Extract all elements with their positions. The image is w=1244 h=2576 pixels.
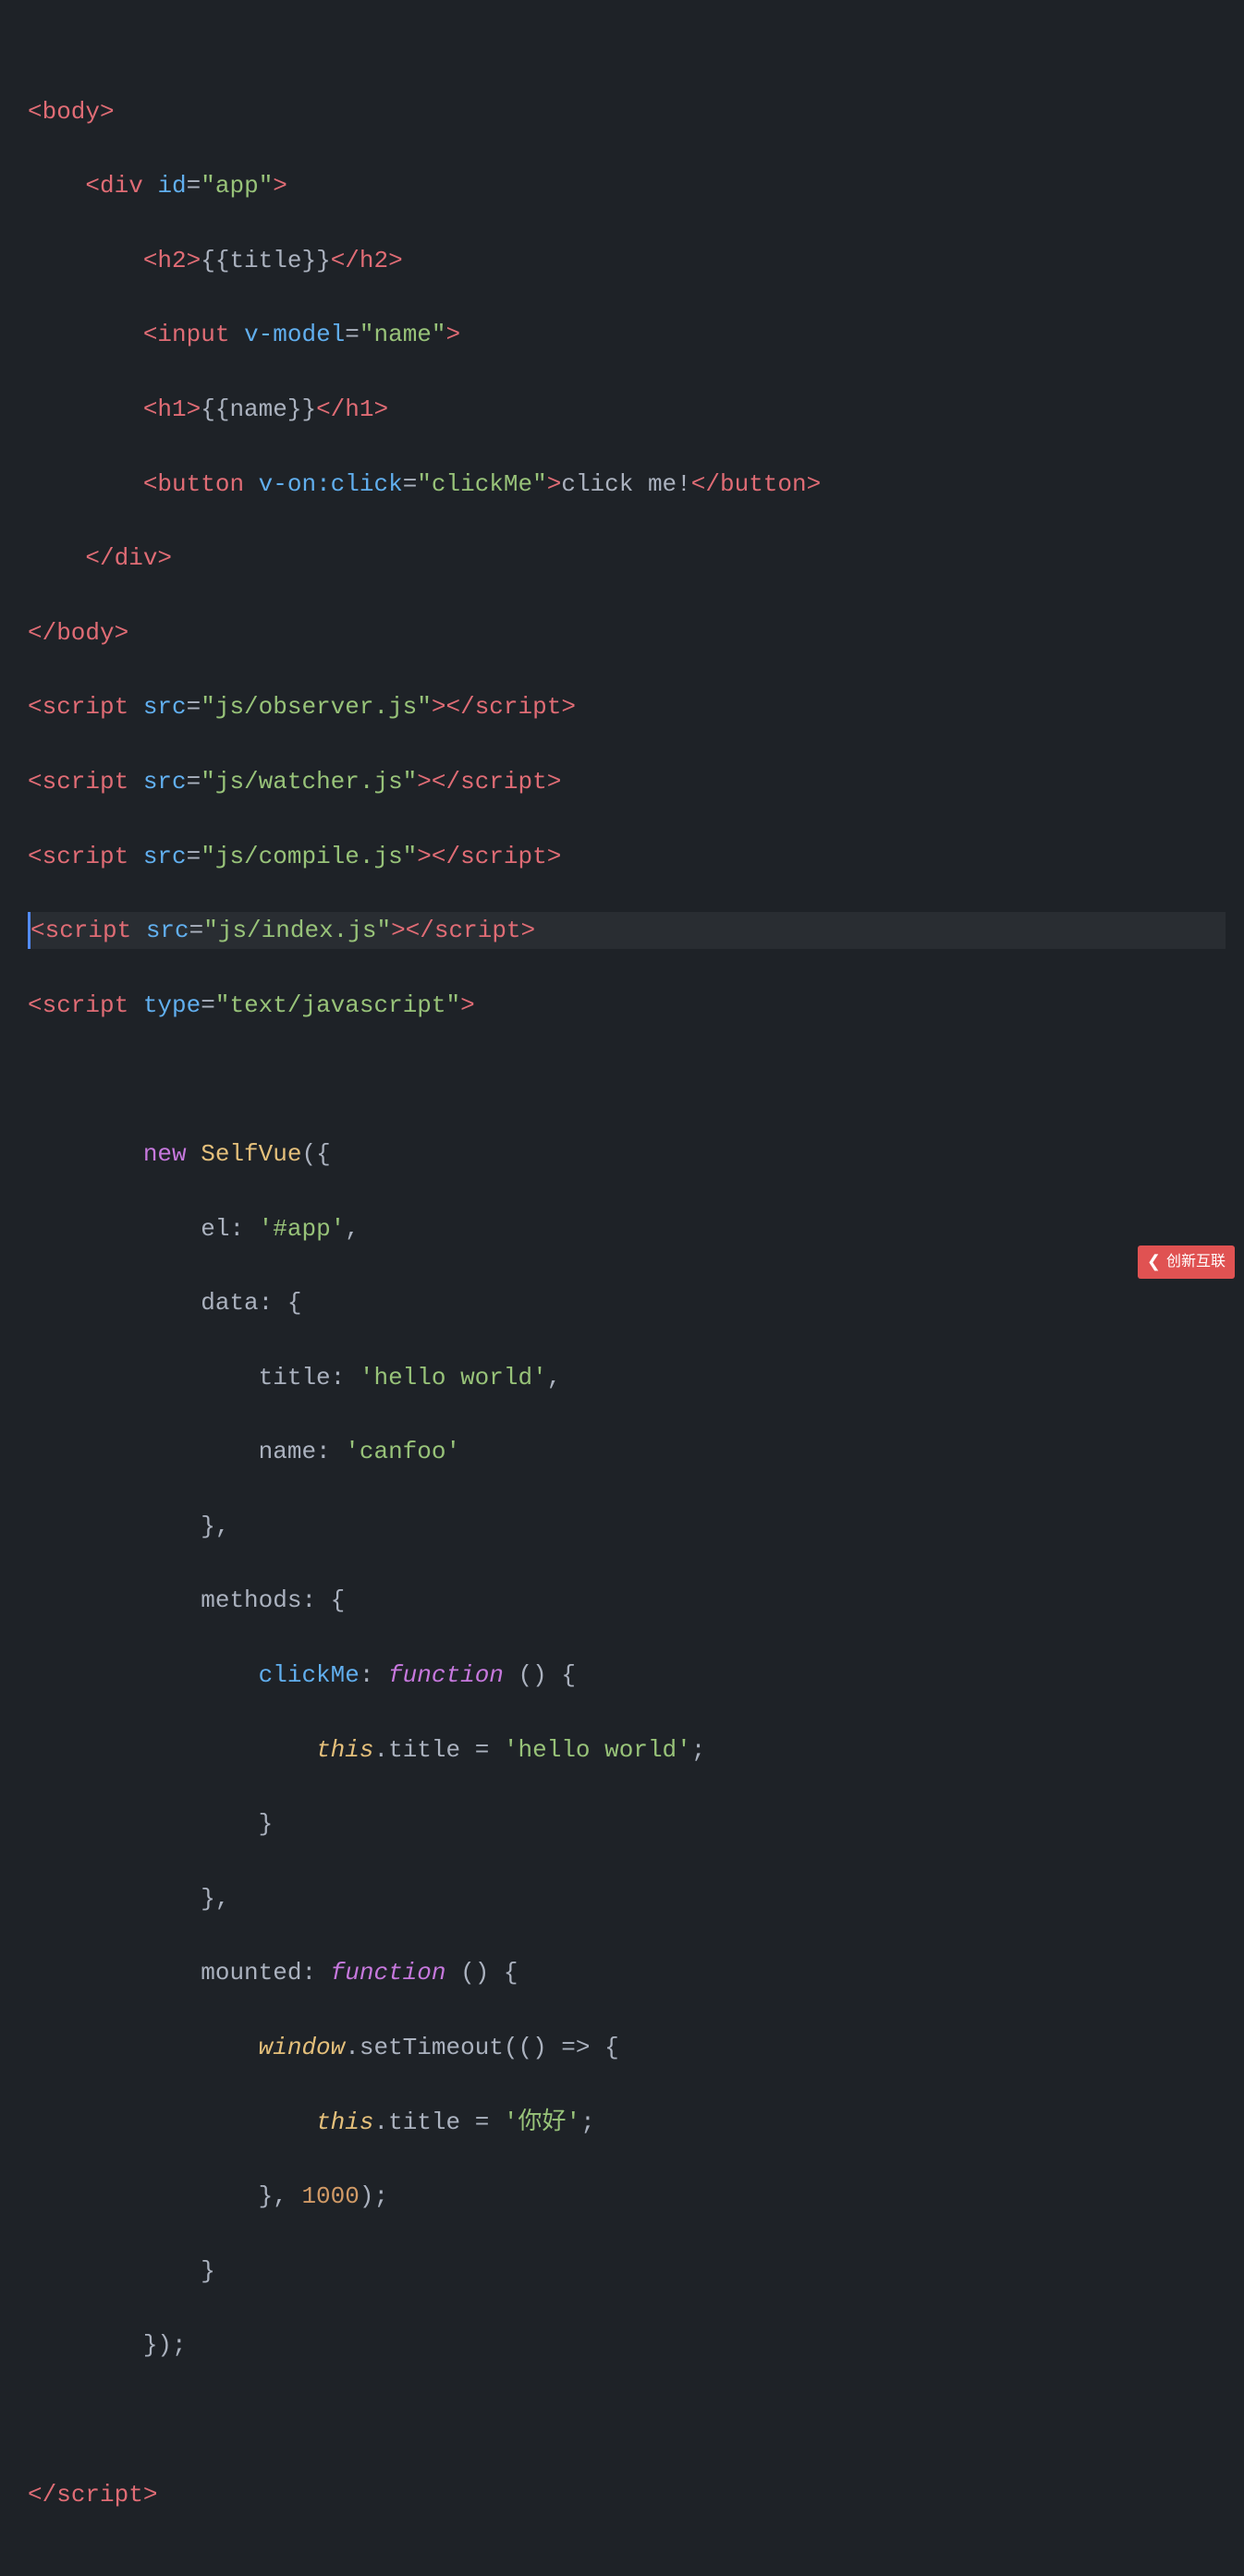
line-script-observer: <script src="js/observer.js"></script> bbox=[28, 688, 1226, 725]
code-editor: <body> <div id="app"> <h2>{{title}}</h2>… bbox=[0, 9, 1244, 2576]
line-div-close: </div> bbox=[28, 540, 1226, 577]
watermark: ❮ 创新互联 bbox=[1138, 1245, 1235, 1279]
line-methods-inner-close: } bbox=[28, 1805, 1226, 1842]
line-script-index: <script src="js/index.js"></script> bbox=[28, 912, 1226, 949]
line-this-title2: this.title = '你好'; bbox=[28, 2104, 1226, 2141]
line-title-val: title: 'hello world', bbox=[28, 1359, 1226, 1396]
line-input: <input v-model="name"> bbox=[28, 316, 1226, 353]
watermark-text: 创新互联 bbox=[1166, 1251, 1226, 1274]
line-new-selfvue: new SelfVue({ bbox=[28, 1136, 1226, 1173]
line-script-compile: <script src="js/compile.js"></script> bbox=[28, 838, 1226, 875]
line-settimeout-close: }, 1000); bbox=[28, 2178, 1226, 2215]
line-body-close: </body> bbox=[28, 614, 1226, 651]
line-script-type: <script type="text/javascript"> bbox=[28, 987, 1226, 1024]
line-h1: <h1>{{name}}</h1> bbox=[28, 391, 1226, 428]
line-data-open: data: { bbox=[28, 1284, 1226, 1321]
line-h2: <h2>{{title}}</h2> bbox=[28, 242, 1226, 279]
line-methods-close: }, bbox=[28, 1880, 1226, 1917]
line-script-close: </script> bbox=[28, 2476, 1226, 2513]
line-clickme-func: clickMe: function () { bbox=[28, 1657, 1226, 1694]
line-blank1 bbox=[28, 1061, 1226, 1098]
line-mounted-inner-close: } bbox=[28, 2253, 1226, 2290]
line-div-open: <div id="app"> bbox=[28, 167, 1226, 204]
line-body-open: <body> bbox=[28, 93, 1226, 130]
line-el: el: '#app', bbox=[28, 1210, 1226, 1247]
line-selfvue-close: }); bbox=[28, 2327, 1226, 2363]
line-button: <button v-on:click="clickMe">click me!</… bbox=[28, 466, 1226, 503]
line-methods-open: methods: { bbox=[28, 1582, 1226, 1619]
line-blank2 bbox=[28, 2401, 1226, 2438]
line-this-title: this.title = 'hello world'; bbox=[28, 1732, 1226, 1768]
line-mounted-func: mounted: function () { bbox=[28, 1954, 1226, 1991]
line-script-watcher: <script src="js/watcher.js"></script> bbox=[28, 763, 1226, 800]
line-name-val: name: 'canfoo' bbox=[28, 1433, 1226, 1470]
line-data-close: }, bbox=[28, 1508, 1226, 1545]
watermark-icon: ❮ bbox=[1147, 1249, 1161, 1275]
line-window-settimeout: window.setTimeout(() => { bbox=[28, 2029, 1226, 2066]
